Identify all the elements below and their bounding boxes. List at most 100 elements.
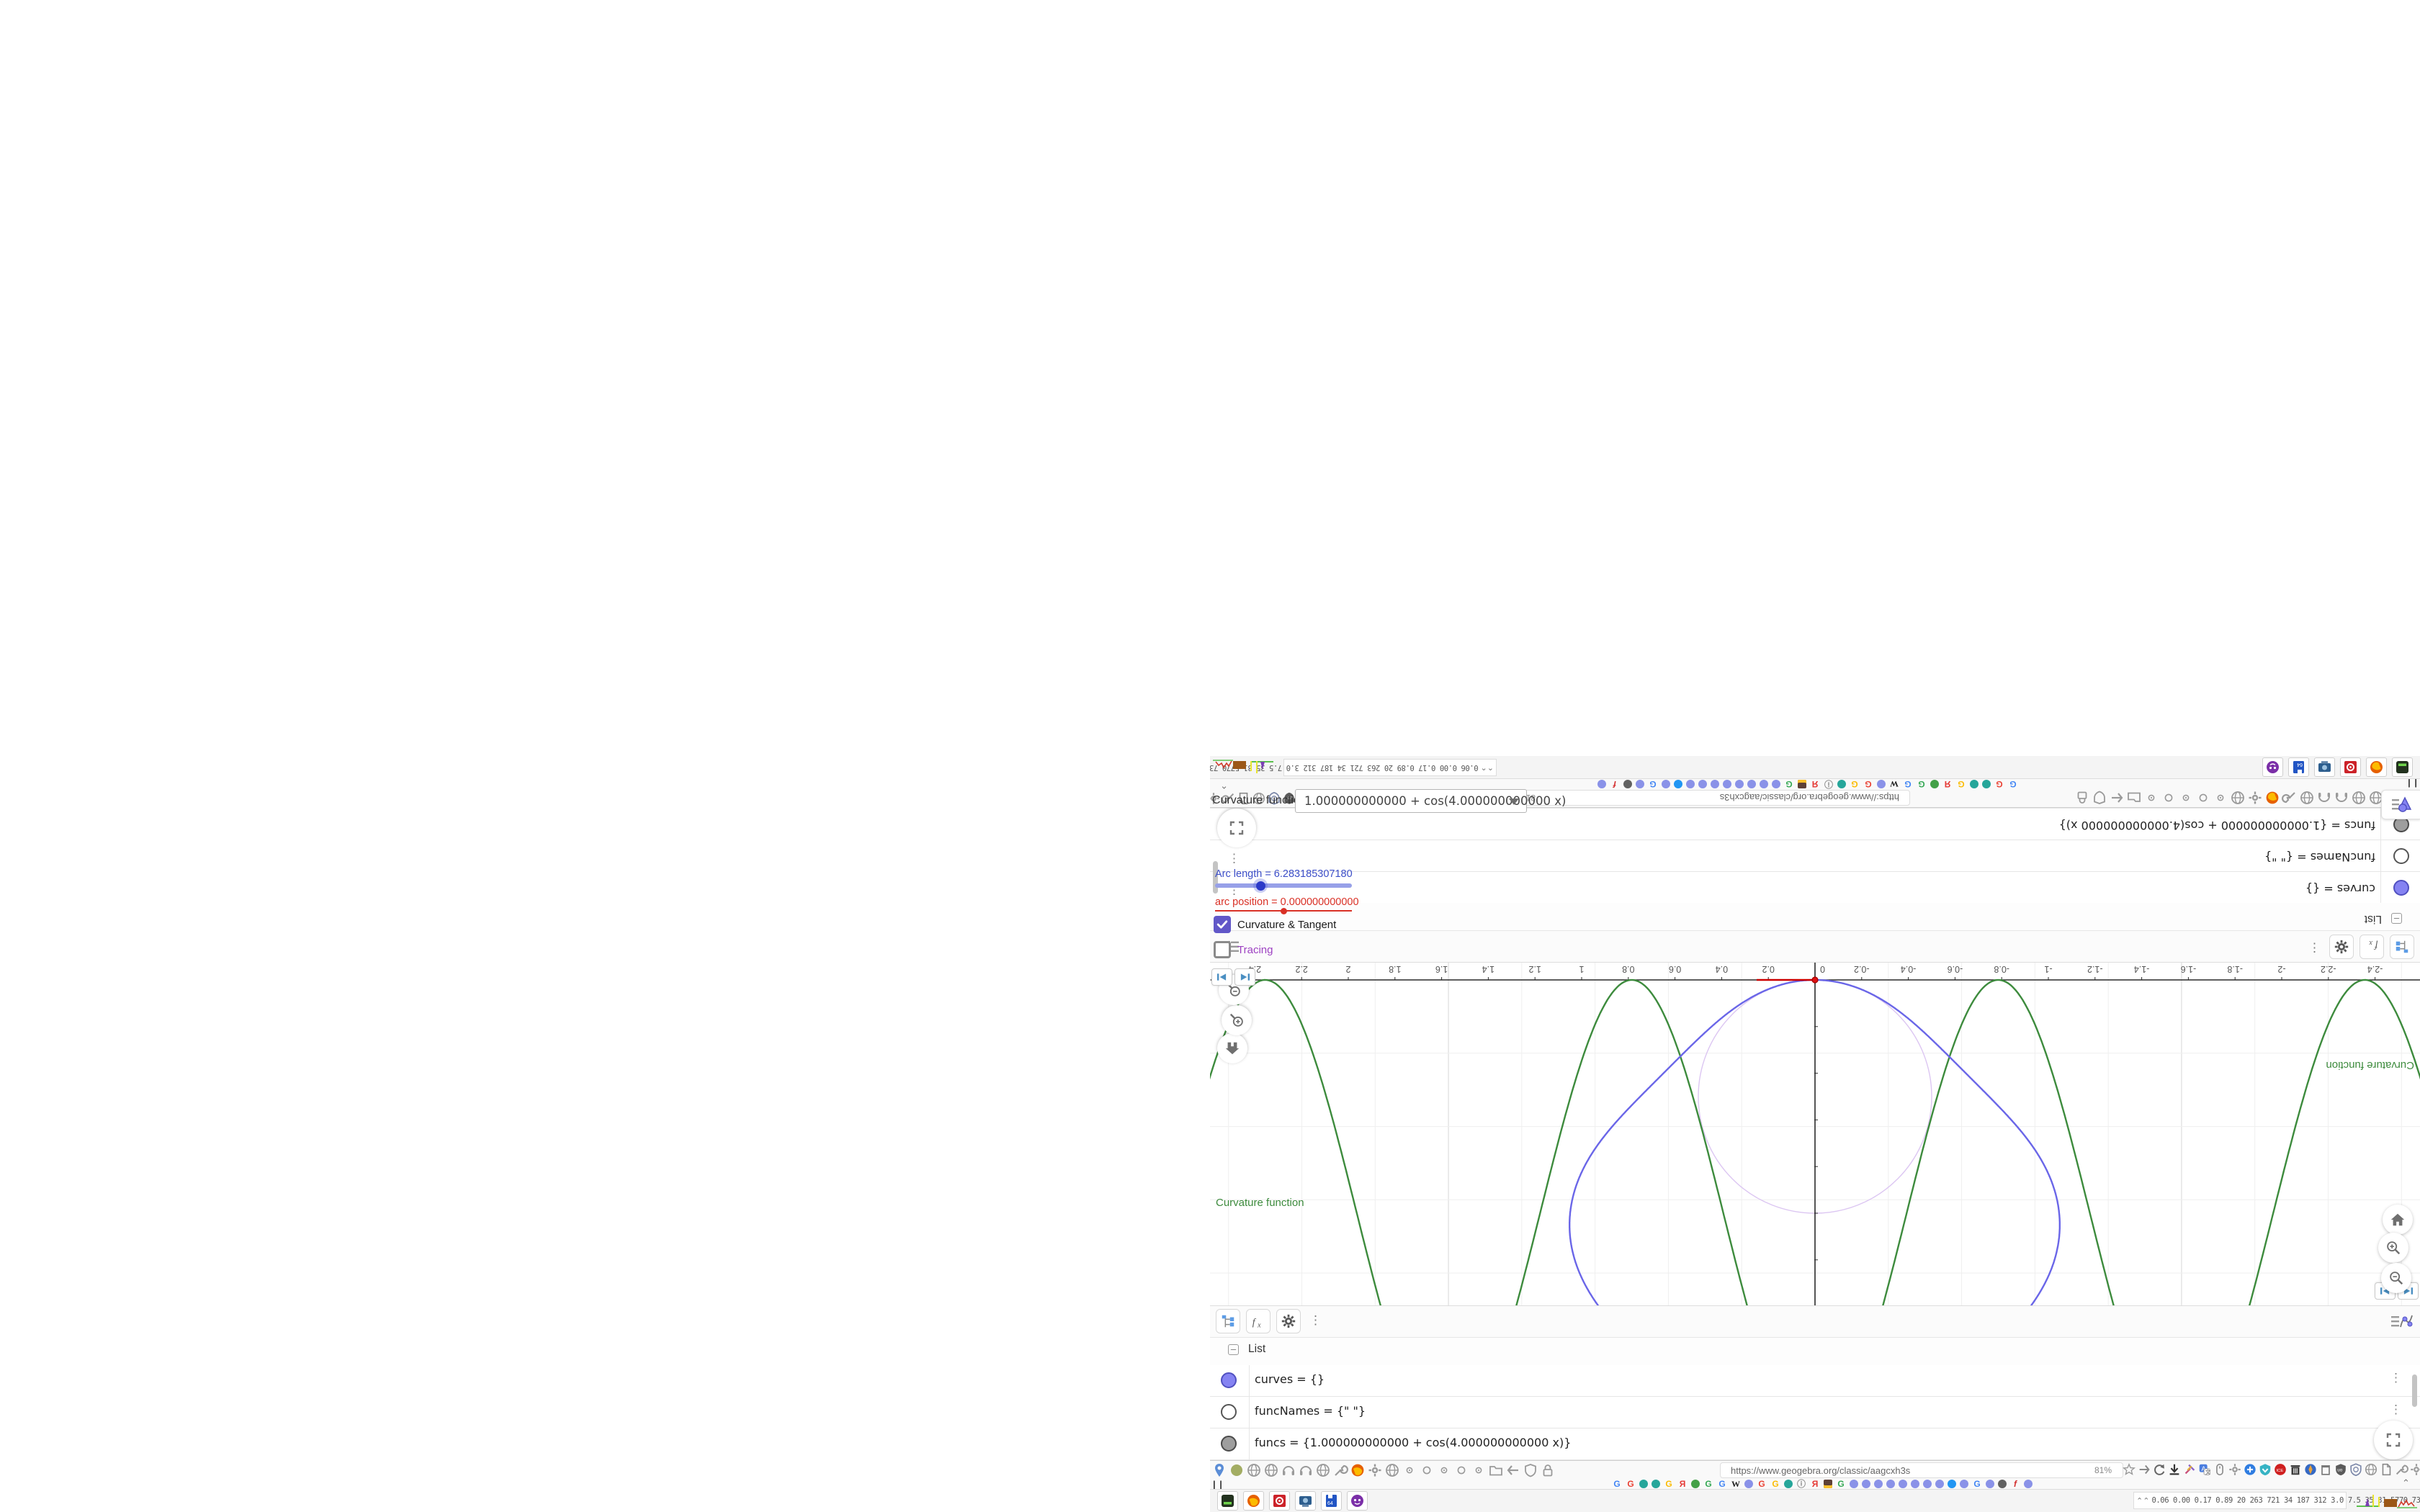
- algebra-row[interactable]: funcNames = {" "} ⋮: [1210, 840, 2420, 871]
- obs-app-button[interactable]: [2392, 757, 2413, 777]
- globe-icon[interactable]: [1263, 1462, 1279, 1478]
- bookmark-favicon[interactable]: [1877, 780, 1886, 788]
- settings-gear-icon[interactable]: [2409, 1462, 2420, 1477]
- headset-icon[interactable]: [2334, 790, 2349, 806]
- bookmark-favicon[interactable]: [1948, 1480, 1956, 1488]
- function-input-button[interactable]: fx: [2360, 935, 2384, 959]
- bookmark-favicon[interactable]: [1899, 1480, 1907, 1488]
- dev-wrench-icon[interactable]: [2394, 1462, 2408, 1477]
- reader-icon[interactable]: [2379, 1462, 2393, 1477]
- temp-cleaner-icon[interactable]: [2318, 1462, 2333, 1477]
- bookmark-favicon[interactable]: G: [1784, 779, 1794, 789]
- algebra-view-icon[interactable]: [2390, 1311, 2414, 1333]
- folder-icon[interactable]: [2126, 790, 2142, 806]
- visibility-marble[interactable]: [1221, 1372, 1237, 1388]
- folder-icon[interactable]: [1488, 1462, 1504, 1478]
- globe-icon[interactable]: [2351, 790, 2367, 806]
- headset-icon[interactable]: [1298, 1462, 1314, 1478]
- bookmark-favicon[interactable]: [1784, 1480, 1793, 1488]
- bookmark-favicon[interactable]: [1886, 1480, 1895, 1488]
- bookmark-favicon[interactable]: [1636, 780, 1644, 788]
- bookmark-favicon[interactable]: ⓘ: [1824, 779, 1834, 789]
- ublock-origin-icon[interactable]: uo: [2334, 1462, 2348, 1477]
- globe-icon[interactable]: [1315, 1462, 1331, 1478]
- bookmark-favicon[interactable]: W: [1889, 779, 1899, 789]
- bookmark-favicon[interactable]: [1652, 1480, 1660, 1488]
- bookmark-favicon[interactable]: Я: [1810, 1479, 1820, 1489]
- privacy-shield-icon[interactable]: [2349, 1462, 2363, 1477]
- rufus-app-button[interactable]: [2340, 757, 2361, 777]
- bookmark-favicon[interactable]: [1698, 780, 1707, 788]
- url-bar[interactable]: https://www.geogebra.org/classic/aagcxh3…: [1720, 1462, 2123, 1478]
- bookmark-favicon[interactable]: [1674, 780, 1682, 788]
- globe-icon[interactable]: [2299, 790, 2315, 806]
- back-arrow-icon[interactable]: [2109, 790, 2125, 806]
- bookmark-favicon[interactable]: G: [1850, 779, 1860, 789]
- bookmark-favicon[interactable]: f: [1610, 779, 1620, 789]
- bookmark-favicon[interactable]: [1850, 1480, 1858, 1488]
- bookmark-favicon[interactable]: G: [1717, 1479, 1727, 1489]
- skip-to-start-button[interactable]: [1211, 968, 1232, 986]
- gear-icon[interactable]: [1367, 1462, 1383, 1478]
- bookmarks-overflow-icon[interactable]: ⌃: [2402, 1477, 2410, 1489]
- bookmark-favicon[interactable]: G: [1770, 1479, 1780, 1489]
- arc-position-point[interactable]: [1811, 976, 1819, 984]
- bookmark-favicon[interactable]: G: [1703, 1479, 1713, 1489]
- bookmark-favicon[interactable]: [1623, 780, 1632, 788]
- shield-icon[interactable]: [1523, 1462, 1538, 1478]
- bookmark-favicon[interactable]: Я: [1942, 779, 1953, 789]
- visibility-marble[interactable]: [1221, 1404, 1237, 1420]
- highlighter-icon[interactable]: [2182, 1462, 2197, 1477]
- bookmark-favicon[interactable]: G: [1626, 1479, 1636, 1489]
- algebra-style-button[interactable]: [1216, 1309, 1240, 1333]
- bookmarks-overflow-icon[interactable]: ⌃: [1220, 779, 1228, 791]
- kebab-menu-icon[interactable]: ⋮: [1309, 1313, 1322, 1328]
- bookmark-favicon[interactable]: G: [1863, 779, 1873, 789]
- bookmark-favicon[interactable]: G: [1757, 1479, 1767, 1489]
- globe-icon[interactable]: [1384, 1462, 1400, 1478]
- row-menu-icon[interactable]: ⋮: [1228, 851, 1240, 865]
- firefox-icon[interactable]: [2264, 790, 2280, 806]
- zoom-out-button[interactable]: [2381, 1263, 2411, 1293]
- bookmark-favicon[interactable]: [1723, 780, 1731, 788]
- bookmark-favicon[interactable]: [1923, 1480, 1932, 1488]
- bookmark-favicon[interactable]: G: [2008, 779, 2018, 789]
- firefox-icon[interactable]: [1350, 1462, 1366, 1478]
- arc-length-slider[interactable]: [1215, 883, 1352, 888]
- bookmark-favicon[interactable]: [1982, 780, 1991, 788]
- bookmark-favicon[interactable]: [1798, 780, 1806, 788]
- headset-icon[interactable]: [2316, 790, 2332, 806]
- fullscreen-button[interactable]: [1217, 809, 1256, 847]
- list-group-header[interactable]: – List: [1210, 1337, 2420, 1366]
- zoom-in-button[interactable]: [2378, 1233, 2408, 1263]
- bookmark-favicon[interactable]: [1911, 1480, 1919, 1488]
- bookmark-favicon[interactable]: [1686, 780, 1695, 788]
- bookmark-favicon[interactable]: [1597, 780, 1606, 788]
- bookmark-favicon[interactable]: G: [1994, 779, 2004, 789]
- algebra-row[interactable]: curves = {} ⋮: [1210, 1365, 2420, 1397]
- bookmark-favicon[interactable]: G: [1903, 779, 1913, 789]
- bookmark-pause-item[interactable]: | |: [1213, 1479, 1223, 1490]
- radio-icon[interactable]: [1402, 1462, 1417, 1478]
- arc-position-slider-knob[interactable]: [1281, 908, 1287, 914]
- bookmark-favicon[interactable]: [1935, 1480, 1944, 1488]
- ice-extension-icon[interactable]: ICE: [2273, 1462, 2287, 1477]
- bookmark-favicon[interactable]: G: [1612, 1479, 1622, 1489]
- bookmark-star-icon[interactable]: [2122, 1462, 2136, 1477]
- tracing-checkbox[interactable]: [1214, 941, 1231, 958]
- bookmark-favicon[interactable]: [1970, 780, 1978, 788]
- visibility-marble[interactable]: [2393, 848, 2409, 864]
- row-menu-icon[interactable]: ⋮: [2390, 1371, 2402, 1385]
- url-bar[interactable]: https://www.geogebra.org/classic/aagcxh3…: [1507, 790, 1910, 806]
- curvature-tangent-checkbox[interactable]: [1214, 916, 1231, 933]
- visibility-marble[interactable]: [2393, 880, 2409, 896]
- radio-icon[interactable]: [2213, 790, 2228, 806]
- home-view-button[interactable]: [2383, 1205, 2413, 1235]
- clear-cache-icon[interactable]: [2288, 1462, 2303, 1477]
- rufus-app-button[interactable]: [1269, 1491, 1290, 1511]
- globe-extension-icon[interactable]: [2364, 1462, 2378, 1477]
- bookmark-favicon[interactable]: [2024, 1480, 2033, 1488]
- win64-app-button[interactable]: 64: [2288, 757, 2309, 777]
- panel-scrollbar[interactable]: [2412, 1374, 2417, 1407]
- collapse-icon[interactable]: –: [2391, 913, 2402, 924]
